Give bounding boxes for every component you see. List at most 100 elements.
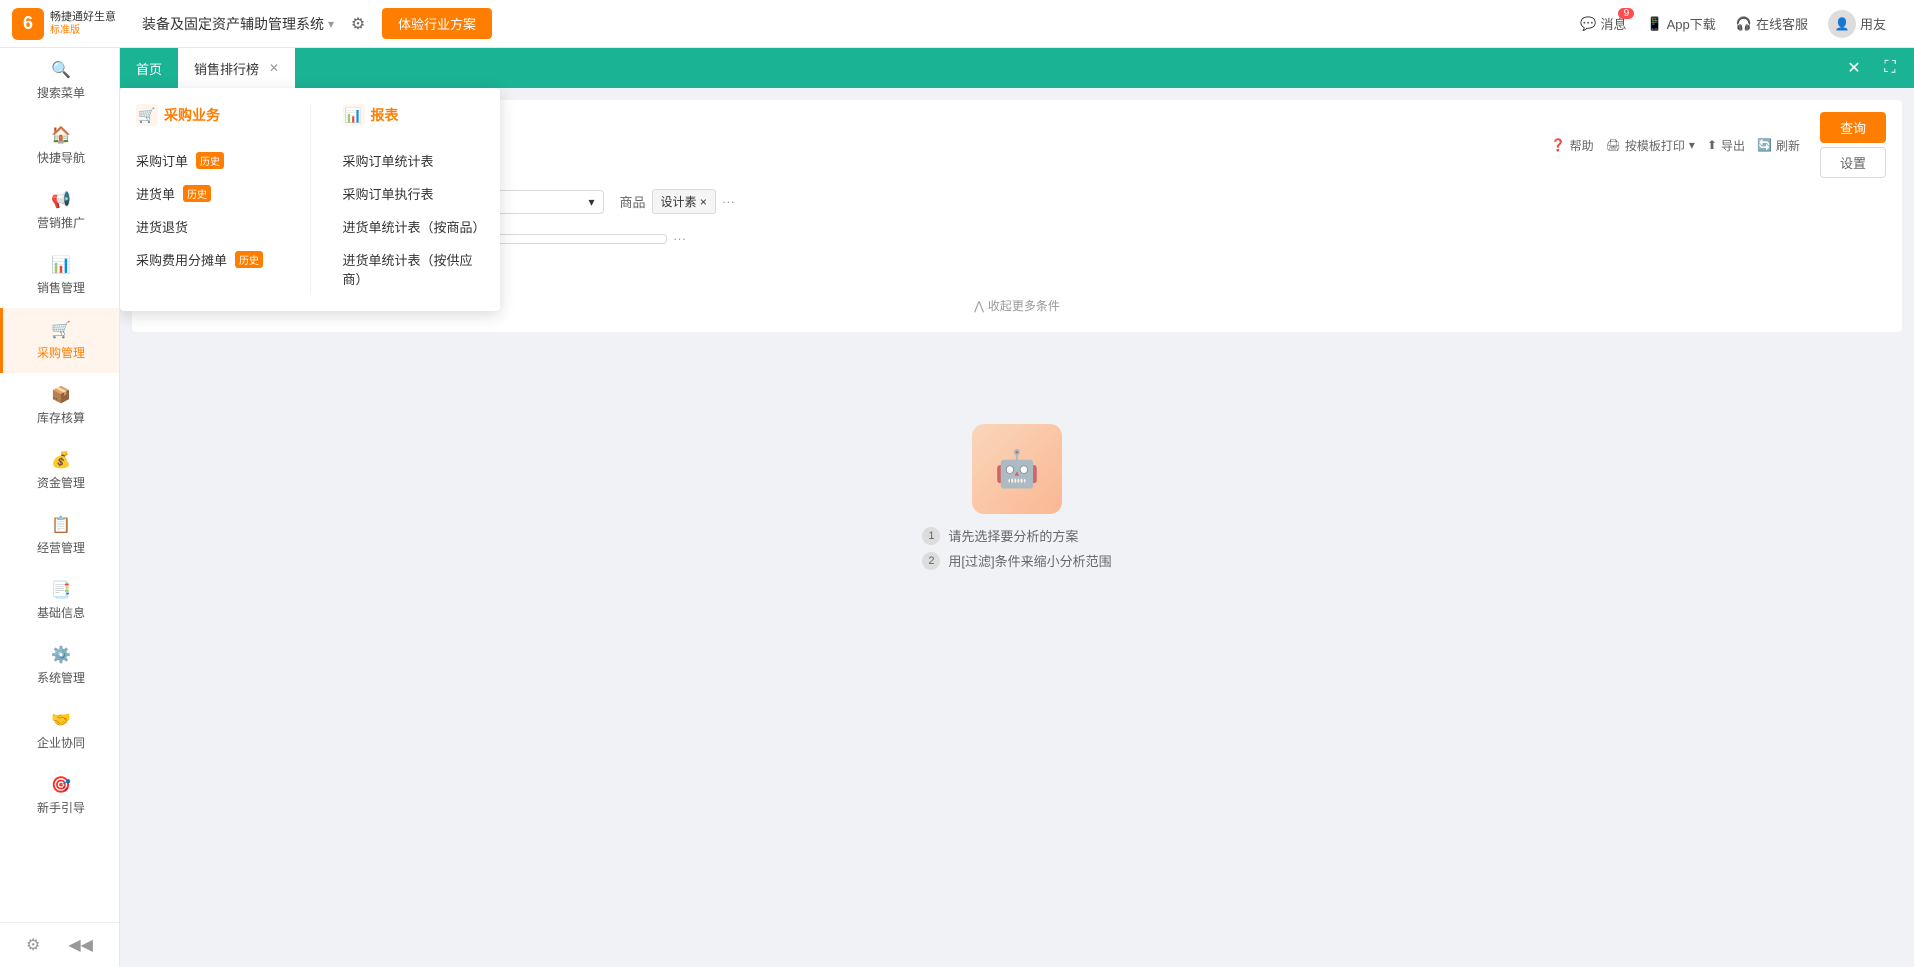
tab-close-icon[interactable]: ✕ <box>269 61 279 75</box>
report-2-label: 采购订单执行表 <box>343 184 434 203</box>
notification-action[interactable]: 💬 消息 9 <box>1580 14 1626 33</box>
sidebar-item-finance[interactable]: 💰 资金管理 <box>0 438 119 503</box>
report-4-label: 进货单统计表（按供应商） <box>343 250 485 288</box>
notification-icon: 💬 <box>1580 16 1596 32</box>
sidebar-settings-btn[interactable]: ⚙ <box>26 935 40 955</box>
settings-icon-btn[interactable]: ⚙ <box>344 10 372 38</box>
operations-icon: 📋 <box>51 515 71 535</box>
purchase-dropdown-menu: 🛒 采购业务 采购订单 历史 进货单 历史 进货退货 采购费用分摊单 历史 <box>120 88 500 311</box>
sidebar-item-search[interactable]: 🔍 搜索菜单 <box>0 48 119 113</box>
online-service-action[interactable]: 🎧 在线客服 <box>1736 14 1808 33</box>
refresh-action[interactable]: 🔄 刷新 <box>1757 137 1800 154</box>
sidebar-item-label: 系统管理 <box>37 669 85 686</box>
incoming-label: 进货单 <box>136 184 175 203</box>
tab-home-label: 首页 <box>136 59 162 78</box>
tab-bar: 首页 销售排行榜 ✕ ✕ ⛶ <box>120 48 1914 88</box>
sidebar-collapse-btn[interactable]: ◀◀ <box>68 935 93 955</box>
marketing-icon: 📢 <box>51 190 71 210</box>
refresh-label: 刷新 <box>1776 137 1800 154</box>
logo-text-main: 畅捷通好生意 <box>50 10 116 24</box>
sidebar-item-operations[interactable]: 📋 经营管理 <box>0 503 119 568</box>
basic-icon: 📑 <box>51 580 71 600</box>
menu-section-report: 📊 报表 采购订单统计表 采购订单执行表 进货单统计表（按商品） 进货单统计表（… <box>343 104 485 295</box>
system-dropdown-arrow[interactable]: ▾ <box>328 17 334 31</box>
content-area: 首页 销售排行榜 ✕ ✕ ⛶ ❓ 帮助 <box>120 48 1914 967</box>
menu-item-report-3[interactable]: 进货单统计表（按商品） <box>343 210 485 243</box>
tab-sales-rank-label: 销售排行榜 <box>194 59 259 78</box>
header-right: 💬 消息 9 📱 App下载 🎧 在线客服 👤 用友 <box>1580 10 1902 38</box>
menu-section-purchase-title: 🛒 采购业务 <box>136 104 278 132</box>
sidebar-item-system[interactable]: ⚙️ 系统管理 <box>0 633 119 698</box>
salesperson-more-btn[interactable]: ··· <box>673 231 686 246</box>
sidebar-item-label: 营销推广 <box>37 214 85 231</box>
inventory-icon: 📦 <box>51 385 71 405</box>
goods-tag: 设计素 × <box>652 189 716 214</box>
goods-more-btn[interactable]: ··· <box>722 194 735 209</box>
menu-item-report-2[interactable]: 采购订单执行表 <box>343 177 485 210</box>
chevron-down-icon: ▾ <box>588 195 594 209</box>
menu-section-report-title: 📊 报表 <box>343 104 485 132</box>
avatar: 👤 <box>1828 10 1856 38</box>
refresh-icon: 🔄 <box>1757 138 1772 152</box>
menu-section-purchase: 🛒 采购业务 采购订单 历史 进货单 历史 进货退货 采购费用分摊单 历史 <box>136 104 278 295</box>
app-download-label: App下载 <box>1667 14 1716 33</box>
top-header: 6 畅捷通好生意 标准版 装备及固定资产辅助管理系统 ▾ ⚙ 体验行业方案 💬 … <box>0 0 1914 48</box>
purchase-icon: 🛒 <box>51 320 71 340</box>
logo-badge: 标准版 <box>50 24 116 37</box>
sales-icon: 📊 <box>51 255 71 275</box>
menu-item-report-1[interactable]: 采购订单统计表 <box>343 144 485 177</box>
export-action[interactable]: ⬆ 导出 <box>1707 137 1745 154</box>
history-badge-expense: 历史 <box>235 251 263 268</box>
empty-hint-2-text: 用[过滤]条件来缩小分析范围 <box>948 551 1111 570</box>
tab-bar-right: ✕ ⛶ <box>1840 54 1914 82</box>
tab-sales-rank[interactable]: 销售排行榜 ✕ <box>178 48 295 88</box>
sidebar-item-basic[interactable]: 📑 基础信息 <box>0 568 119 633</box>
chevron-up-icon: ⋀ <box>974 299 984 313</box>
enterprise-icon: 🤝 <box>51 710 71 730</box>
tab-maximize-icon[interactable]: ⛶ <box>1876 54 1904 82</box>
user-action[interactable]: 👤 用友 <box>1828 10 1886 38</box>
report-section-icon: 📊 <box>343 104 365 126</box>
sidebar-bottom: ⚙ ◀◀ <box>0 922 119 967</box>
sidebar-item-sales[interactable]: 📊 销售管理 <box>0 243 119 308</box>
tab-home[interactable]: 首页 <box>120 48 178 88</box>
sidebar-item-label: 基础信息 <box>37 604 85 621</box>
report-section-title-text: 报表 <box>371 105 399 125</box>
sidebar-item-label: 库存核算 <box>37 409 85 426</box>
menu-item-return[interactable]: 进货退货 <box>136 210 278 243</box>
return-label: 进货退货 <box>136 217 188 236</box>
sidebar-item-label: 新手引导 <box>37 799 85 816</box>
phone-icon: 📱 <box>1646 16 1662 32</box>
sidebar-item-guide[interactable]: 🎯 新手引导 <box>0 763 119 828</box>
notification-badge: 9 <box>1618 8 1634 19</box>
menu-item-purchase-order[interactable]: 采购订单 历史 <box>136 144 278 177</box>
print-dropdown-arrow[interactable]: ▾ <box>1689 138 1695 152</box>
search-icon: 🔍 <box>51 60 71 80</box>
sidebar-item-label: 经营管理 <box>37 539 85 556</box>
sidebar-item-marketing[interactable]: 📢 营销推广 <box>0 178 119 243</box>
menu-item-incoming[interactable]: 进货单 历史 <box>136 177 278 210</box>
online-service-label: 在线客服 <box>1756 14 1808 33</box>
menu-item-report-4[interactable]: 进货单统计表（按供应商） <box>343 243 485 295</box>
settings-button[interactable]: 设置 <box>1820 147 1886 178</box>
help-action[interactable]: ❓ 帮助 <box>1551 137 1594 154</box>
industry-button[interactable]: 体验行业方案 <box>382 8 492 39</box>
tab-close-window-icon[interactable]: ✕ <box>1840 54 1868 82</box>
print-action[interactable]: 🖨 按模板打印 ▾ <box>1606 137 1695 154</box>
collapse-label: 收起更多条件 <box>988 297 1060 314</box>
history-badge-incoming: 历史 <box>183 185 211 202</box>
home-icon: 🏠 <box>51 125 71 145</box>
menu-divider <box>310 104 311 295</box>
print-label: 按模板打印 <box>1625 137 1685 154</box>
sidebar-item-inventory[interactable]: 📦 库存核算 <box>0 373 119 438</box>
empty-state: 🤖 1 请先选择要分析的方案 2 用[过滤]条件来缩小分析范围 <box>132 344 1902 650</box>
menu-item-expense[interactable]: 采购费用分摊单 历史 <box>136 243 278 276</box>
query-button[interactable]: 查询 <box>1820 112 1886 143</box>
app-download-action[interactable]: 📱 App下载 <box>1646 14 1715 33</box>
logo-text: 畅捷通好生意 标准版 <box>50 10 116 37</box>
sidebar-item-label: 快捷导航 <box>37 149 85 166</box>
history-badge-purchase-order: 历史 <box>196 152 224 169</box>
sidebar-item-enterprise[interactable]: 🤝 企业协同 <box>0 698 119 763</box>
sidebar-item-quicknav[interactable]: 🏠 快捷导航 <box>0 113 119 178</box>
sidebar-item-purchase[interactable]: 🛒 采购管理 <box>0 308 119 373</box>
